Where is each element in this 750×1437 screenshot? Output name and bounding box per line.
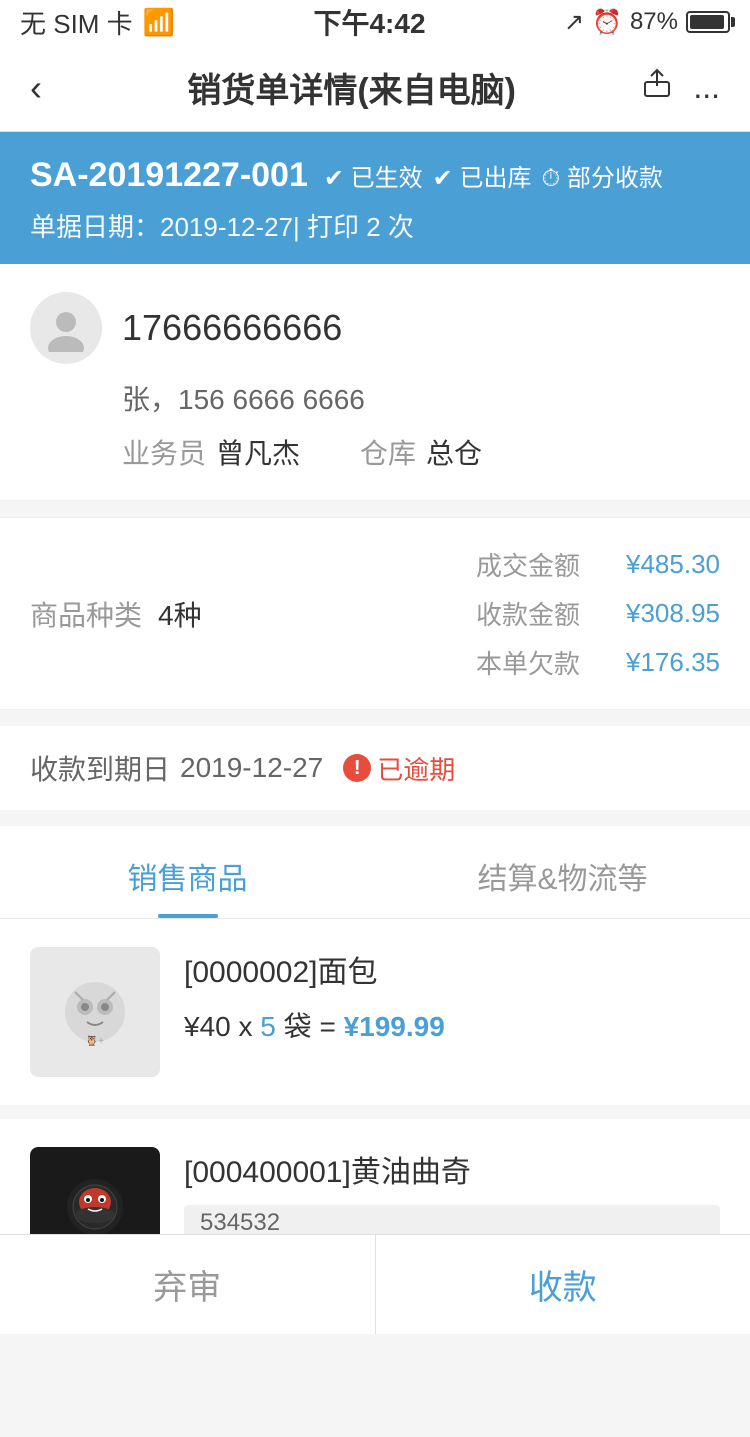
product-info-1: [0000002]面包 ¥40 x 5 袋 = ¥199.99 <box>184 947 720 1077</box>
nav-actions: ... <box>641 68 720 108</box>
due-date-value: 2019-12-27 <box>180 752 323 784</box>
summary-right: 成交金额 ¥485.30 收款金额 ¥308.95 本单欠款 ¥176.35 <box>476 546 720 681</box>
status-partial-payment: ⏱ 部分收款 <box>541 158 662 193</box>
order-date-value: 2019-12-27 <box>160 212 293 242</box>
status-delivered: ✔ 已出库 <box>433 158 532 193</box>
status-bar: 无 SIM 卡 📶 下午4:42 ↗ ⏰ 87% <box>0 0 750 44</box>
summary-section: 商品种类 4种 成交金额 ¥485.30 收款金额 ¥308.95 本单欠款 ¥… <box>0 517 750 710</box>
warehouse-label: 仓库 <box>360 432 416 472</box>
customer-name-phone: 张，156 6666 6666 <box>30 378 720 418</box>
deal-amount-label: 成交金额 <box>476 546 580 583</box>
due-section: 收款到期日 2019-12-27 ! 已逾期 <box>0 726 750 810</box>
status-tags: ✔ 已生效 ✔ 已出库 ⏱ 部分收款 <box>324 158 663 193</box>
svg-text:🦉+: 🦉+ <box>86 1035 104 1047</box>
customer-section: 17666666666 张，156 6666 6666 业务员 曾凡杰 仓库 总… <box>0 264 750 501</box>
product-image-1: 🦉+ <box>30 947 160 1077</box>
tab-sales-products[interactable]: 销售商品 <box>0 826 375 918</box>
bottom-bar: 弃审 收款 <box>0 1234 750 1334</box>
product-types-value: 4种 <box>158 594 202 634</box>
product-types-label: 商品种类 <box>30 594 142 634</box>
customer-account-id: 17666666666 <box>122 307 342 349</box>
product-item: 🦉+ [0000002]面包 ¥40 x 5 袋 = ¥199.99 <box>0 919 750 1119</box>
deal-amount-row: 成交金额 ¥485.30 <box>476 546 720 583</box>
product-thumb-1: 🦉+ <box>30 947 160 1077</box>
tab-settlement[interactable]: 结算&物流等 <box>375 826 750 918</box>
deal-amount-value: ¥485.30 <box>600 549 720 580</box>
status-right: ↗ ⏰ 87% <box>564 8 730 37</box>
received-amount-value: ¥308.95 <box>600 598 720 629</box>
due-date-label: 收款到期日 <box>30 748 170 788</box>
order-header-top: SA-20191227-001 ✔ 已生效 ✔ 已出库 ⏱ 部分收款 <box>30 156 720 195</box>
order-header: SA-20191227-001 ✔ 已生效 ✔ 已出库 ⏱ 部分收款 单据日期：… <box>0 132 750 264</box>
status-effective: ✔ 已生效 <box>324 158 423 193</box>
more-button[interactable]: ... <box>693 69 720 106</box>
sim-status: 无 SIM 卡 <box>20 4 133 41</box>
summary-left: 商品种类 4种 <box>30 594 202 634</box>
battery-icon <box>686 11 730 33</box>
tabs-section: 销售商品 结算&物流等 <box>0 826 750 919</box>
date-label: 单据日期： <box>30 212 160 242</box>
salesperson-label: 业务员 <box>122 432 206 472</box>
warehouse-item: 仓库 总仓 <box>360 432 482 472</box>
product-name-2: [000400001]黄油曲奇 <box>184 1147 720 1191</box>
share-button[interactable] <box>641 68 673 108</box>
salesperson-item: 业务员 曾凡杰 <box>122 432 300 472</box>
status-left: 无 SIM 卡 📶 <box>20 4 175 41</box>
battery-percent: 87% <box>630 8 678 36</box>
status-time: 下午4:42 <box>313 2 425 42</box>
overdue-dot-icon: ! <box>343 754 371 782</box>
warehouse-value: 总仓 <box>426 432 482 472</box>
page-title: 销货单详情(来自电脑) <box>62 63 641 112</box>
owed-amount-row: 本单欠款 ¥176.35 <box>476 644 720 681</box>
received-amount-label: 收款金额 <box>476 595 580 632</box>
order-date: 单据日期：2019-12-27| 打印 2 次 <box>30 207 720 244</box>
summary-row: 商品种类 4种 成交金额 ¥485.30 收款金额 ¥308.95 本单欠款 ¥… <box>30 546 720 681</box>
owed-amount-value: ¥176.35 <box>600 647 720 678</box>
received-amount-row: 收款金额 ¥308.95 <box>476 595 720 632</box>
customer-top: 17666666666 <box>30 292 720 364</box>
salesperson-value: 曾凡杰 <box>216 432 300 472</box>
alarm-icon: ⏰ <box>592 8 622 37</box>
product-price-1: ¥40 x 5 袋 = ¥199.99 <box>184 1005 720 1045</box>
overdue-badge: ! 已逾期 <box>343 750 455 787</box>
product-qty-1: 5 <box>260 1011 276 1042</box>
wifi-icon: 📶 <box>143 7 175 38</box>
cancel-button[interactable]: 弃审 <box>0 1235 376 1334</box>
product-total-1: ¥199.99 <box>344 1011 445 1042</box>
confirm-button[interactable]: 收款 <box>376 1235 750 1334</box>
nav-bar: ‹ 销货单详情(来自电脑) ... <box>0 44 750 132</box>
order-id: SA-20191227-001 <box>30 156 308 195</box>
owed-amount-label: 本单欠款 <box>476 644 580 681</box>
overdue-text: 已逾期 <box>377 750 455 787</box>
avatar <box>30 292 102 364</box>
product-name-1: [0000002]面包 <box>184 947 720 991</box>
back-button[interactable]: ‹ <box>30 67 62 109</box>
print-info: | 打印 2 次 <box>293 212 414 242</box>
location-icon: ↗ <box>564 8 584 37</box>
customer-meta: 业务员 曾凡杰 仓库 总仓 <box>30 432 720 472</box>
